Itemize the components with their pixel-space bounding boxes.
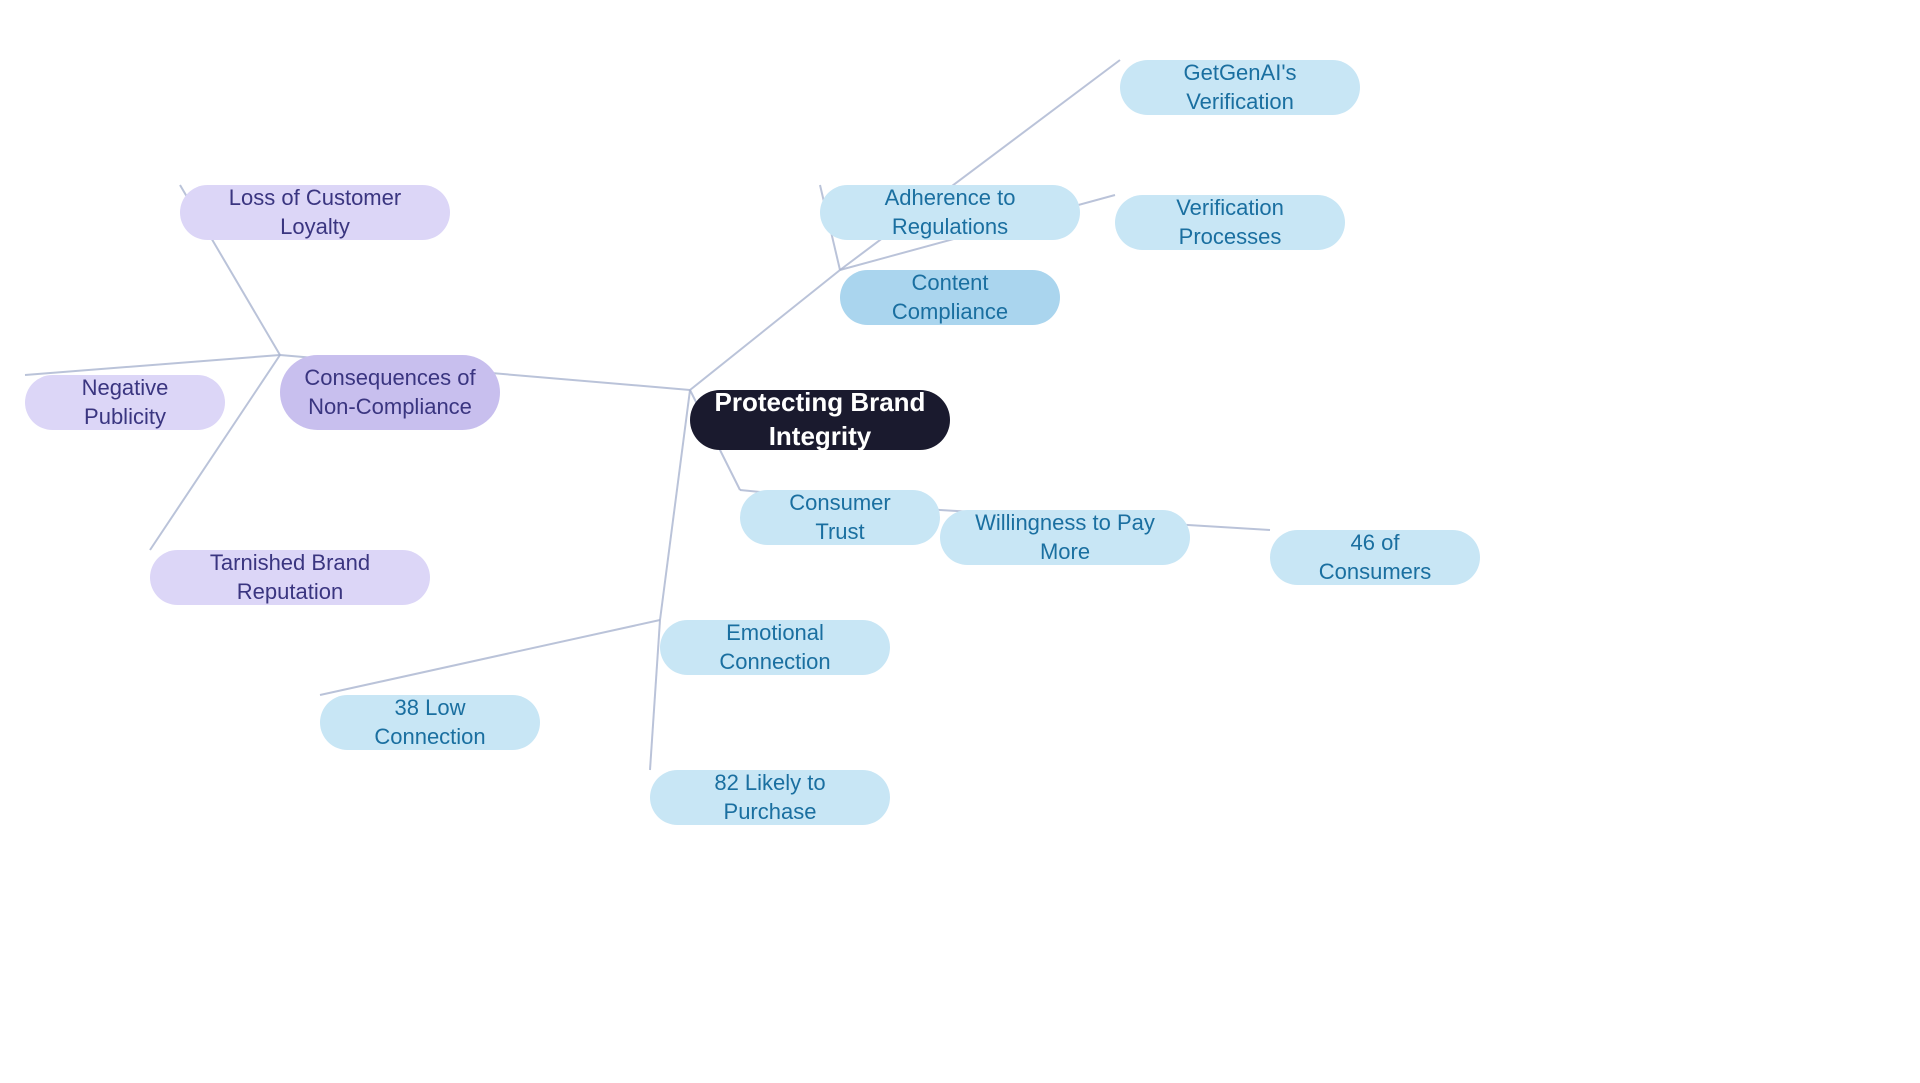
- node-tarnished-brand: Tarnished Brand Reputation: [150, 550, 430, 605]
- mindmap-container: Protecting Brand Integrity Consequences o…: [0, 0, 1920, 1083]
- node-getgenai: GetGenAI's Verification: [1120, 60, 1360, 115]
- node-label-46-consumers: 46 of Consumers: [1294, 529, 1456, 586]
- node-38-low: 38 Low Connection: [320, 695, 540, 750]
- node-label-getgenai: GetGenAI's Verification: [1144, 59, 1336, 116]
- node-label-negative-publicity: Negative Publicity: [49, 374, 201, 431]
- node-82-likely: 82 Likely to Purchase: [650, 770, 890, 825]
- node-label-82-likely: 82 Likely to Purchase: [674, 769, 866, 826]
- node-label-verification-processes: Verification Processes: [1139, 194, 1321, 251]
- node-verification-processes: Verification Processes: [1115, 195, 1345, 250]
- node-consumer-trust: Consumer Trust: [740, 490, 940, 545]
- node-content-compliance: Content Compliance: [840, 270, 1060, 325]
- node-consequences: Consequences of Non-Compliance: [280, 355, 500, 430]
- node-negative-publicity: Negative Publicity: [25, 375, 225, 430]
- node-center: Protecting Brand Integrity: [690, 390, 950, 450]
- node-46-consumers: 46 of Consumers: [1270, 530, 1480, 585]
- node-label-content-compliance: Content Compliance: [864, 269, 1036, 326]
- node-label-tarnished-brand: Tarnished Brand Reputation: [174, 549, 406, 606]
- node-adherence: Adherence to Regulations: [820, 185, 1080, 240]
- node-willingness: Willingness to Pay More: [940, 510, 1190, 565]
- node-label-loss-loyalty: Loss of Customer Loyalty: [204, 184, 426, 241]
- node-label-emotional-connection: Emotional Connection: [684, 619, 866, 676]
- node-label-willingness: Willingness to Pay More: [964, 509, 1166, 566]
- node-label-adherence: Adherence to Regulations: [844, 184, 1056, 241]
- node-label-38-low: 38 Low Connection: [344, 694, 516, 751]
- node-label-consequences: Consequences of Non-Compliance: [304, 364, 475, 421]
- node-label-center: Protecting Brand Integrity: [714, 386, 926, 454]
- node-loss-loyalty: Loss of Customer Loyalty: [180, 185, 450, 240]
- node-label-consumer-trust: Consumer Trust: [764, 489, 916, 546]
- node-emotional-connection: Emotional Connection: [660, 620, 890, 675]
